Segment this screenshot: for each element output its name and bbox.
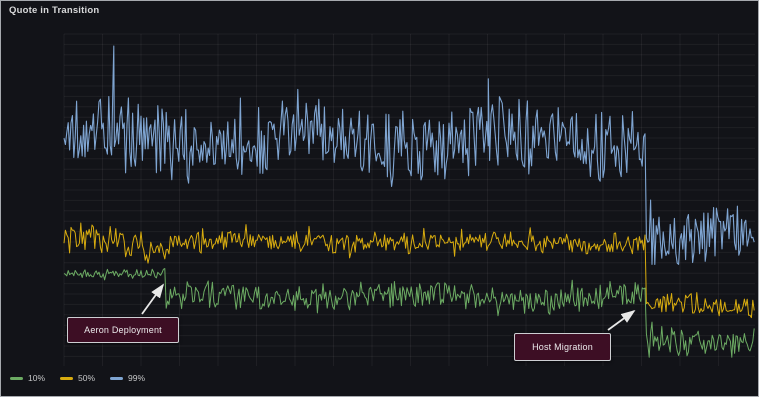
- legend: 10% 50% 99%: [10, 373, 145, 383]
- panel-title[interactable]: Quote in Transition: [9, 5, 99, 16]
- legend-label: 50%: [78, 373, 96, 383]
- legend-item-50pct[interactable]: 50%: [60, 373, 95, 383]
- annotation-label-aeron-deployment: Aeron Deployment: [67, 317, 179, 343]
- legend-swatch-icon: [60, 376, 74, 380]
- legend-label: 10%: [28, 373, 46, 383]
- legend-swatch-icon: [110, 376, 124, 380]
- legend-item-99pct[interactable]: 99%: [110, 373, 145, 383]
- page: { "panel": { "title": "Quote in Transiti…: [0, 0, 770, 401]
- series-line-10pct: [63, 268, 755, 358]
- grafana-panel: Quote in Transition 10% 50% 99% Aeron Depl…: [0, 0, 759, 397]
- legend-swatch-icon: [10, 376, 23, 380]
- legend-item-10pct[interactable]: 10%: [10, 373, 45, 383]
- legend-label: 99%: [128, 373, 146, 383]
- annotation-label-host-migration: Host Migration: [514, 333, 611, 361]
- annotation-arrow-aeron-deployment: [141, 283, 165, 315]
- annotation-arrow-host-migration: [607, 309, 636, 331]
